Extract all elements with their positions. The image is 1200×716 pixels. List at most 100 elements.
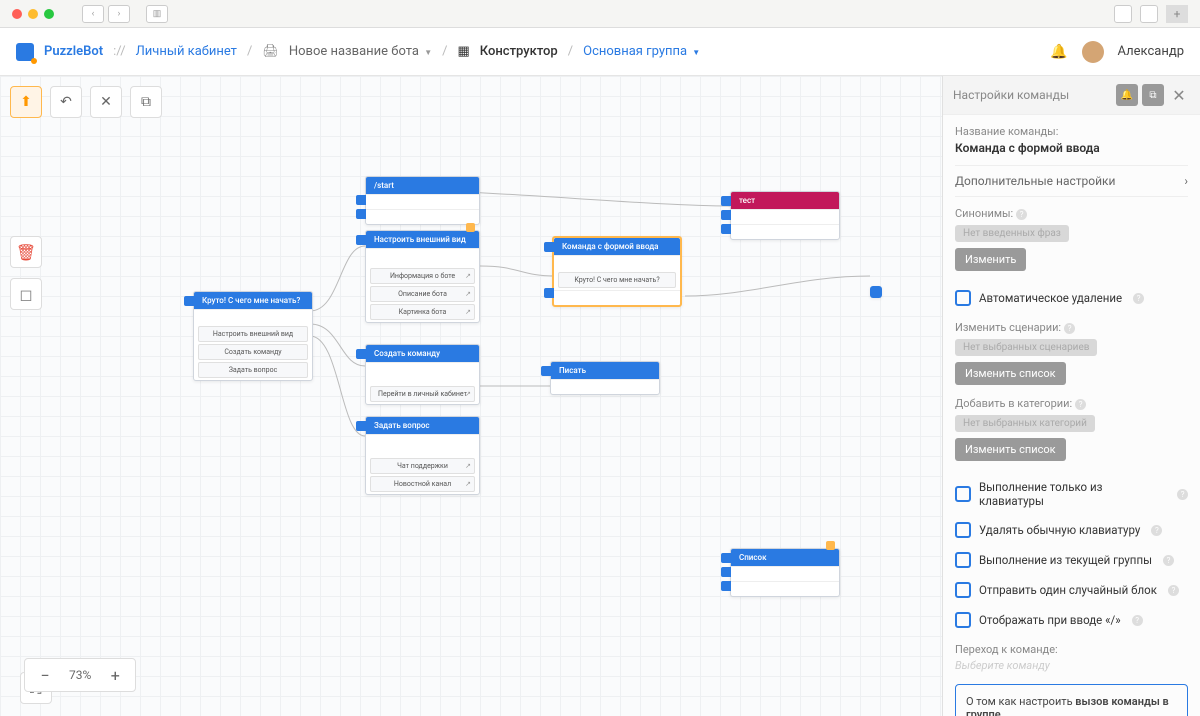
help-icon[interactable]: ? — [1163, 555, 1174, 566]
settings-panel: Настройки команды 🔔 ⧉ ✕ Название команды… — [942, 76, 1200, 716]
breadcrumb-group[interactable]: Основная группа ▼ — [583, 44, 700, 59]
checkbox[interactable] — [955, 522, 971, 538]
current-group-row[interactable]: Выполнение из текущей группы ? — [955, 545, 1188, 575]
checkbox[interactable] — [955, 486, 971, 502]
node-handle-icon[interactable] — [356, 235, 366, 245]
keyboard-only-row[interactable]: Выполнение только из клавиатуры ? — [955, 473, 1188, 515]
help-icon[interactable]: ? — [1075, 399, 1086, 410]
checkbox[interactable] — [955, 582, 971, 598]
edit-categories-button[interactable]: Изменить список — [955, 438, 1066, 461]
node-handle-icon[interactable] — [721, 553, 731, 563]
node-button[interactable]: Задать вопрос — [198, 362, 308, 378]
checkbox[interactable] — [955, 290, 971, 306]
close-window-icon[interactable] — [12, 9, 22, 19]
more-settings-row[interactable]: Дополнительные настройки› — [955, 165, 1188, 197]
edit-synonyms-button[interactable]: Изменить — [955, 248, 1026, 271]
remove-keyboard-row[interactable]: Удалять обычную клавиатуру ? — [955, 515, 1188, 545]
node-button[interactable]: Круто! С чего мне начать? — [558, 272, 676, 288]
node-button[interactable]: Картинка бота↗ — [370, 304, 475, 320]
node-write[interactable]: Писать — [550, 361, 660, 395]
app-logo-icon — [16, 43, 34, 61]
check-label: Отображать при вводе «/» — [979, 613, 1121, 627]
undo-button[interactable]: ↶ — [50, 86, 82, 118]
node-button[interactable]: Перейти в личный кабинет↗ — [370, 386, 475, 402]
panel-copy-icon[interactable]: ⧉ — [1142, 84, 1164, 106]
node-handle-icon[interactable] — [721, 581, 731, 591]
node-button[interactable]: Информация о боте↗ — [370, 268, 475, 284]
maximize-window-icon[interactable] — [44, 9, 54, 19]
node-list[interactable]: Список — [730, 548, 840, 597]
auto-delete-row[interactable]: Автоматическое удаление ? — [955, 283, 1188, 313]
edit-scenarios-button[interactable]: Изменить список — [955, 362, 1066, 385]
node-form-command[interactable]: Команда с формой ввода Круто! С чего мне… — [552, 236, 682, 307]
help-icon[interactable]: ? — [1151, 525, 1162, 536]
checkbox[interactable] — [955, 552, 971, 568]
notifications-icon[interactable]: 🔔 — [1050, 44, 1067, 60]
node-handle-icon[interactable] — [544, 288, 554, 298]
duplicate-button[interactable]: ⧉ — [130, 86, 162, 118]
node-row — [731, 566, 839, 581]
node-handle-icon[interactable] — [721, 567, 731, 577]
node-handle-icon[interactable] — [544, 242, 554, 252]
node-button[interactable]: Чат поддержки↗ — [370, 458, 475, 474]
browser-chrome: ‹ › ▥ + — [0, 0, 1200, 28]
node-handle-icon[interactable] — [184, 296, 194, 306]
node-button[interactable]: Создать команду — [198, 344, 308, 360]
crop-button[interactable]: ◻ — [10, 278, 42, 310]
zoom-in-button[interactable]: + — [103, 663, 127, 687]
check-label: Выполнение из текущей группы — [979, 553, 1152, 567]
goto-placeholder[interactable]: Выберите команду — [955, 659, 1188, 672]
breadcrumb-constructor[interactable]: Конструктор — [480, 44, 558, 59]
node-button[interactable]: Настроить внешний вид — [198, 326, 308, 342]
back-button[interactable]: ‹ — [82, 5, 104, 23]
tabs-icon[interactable] — [1140, 5, 1158, 23]
brand-name[interactable]: PuzzleBot — [44, 44, 103, 59]
node-stub[interactable] — [870, 286, 882, 298]
scenarios-label: Изменить сценарии:? — [955, 321, 1188, 334]
node-header: тест — [731, 192, 839, 209]
node-handle-icon[interactable] — [721, 210, 731, 220]
random-block-row[interactable]: Отправить один случайный блок ? — [955, 575, 1188, 605]
help-icon[interactable]: ? — [1064, 323, 1075, 334]
node-intro[interactable]: Круто! С чего мне начать? Настроить внеш… — [193, 291, 313, 381]
share-icon[interactable] — [1114, 5, 1132, 23]
breadcrumb-dashboard[interactable]: Личный кабинет — [136, 44, 237, 59]
panel-close-button[interactable]: ✕ — [1168, 84, 1190, 106]
help-icon[interactable]: ? — [1168, 585, 1179, 596]
username[interactable]: Александр — [1118, 44, 1184, 59]
panel-notify-icon[interactable]: 🔔 — [1116, 84, 1138, 106]
node-handle-icon[interactable] — [356, 349, 366, 359]
sidebar-toggle-icon[interactable]: ▥ — [146, 5, 168, 23]
canvas-toolbar: ⬆ ↶ ✕ ⧉ — [10, 86, 162, 118]
node-test[interactable]: тест — [730, 191, 840, 240]
new-tab-button[interactable]: + — [1166, 5, 1188, 23]
canvas[interactable]: ⬆ ↶ ✕ ⧉ 🗑 ◻ /start — [0, 76, 942, 716]
node-handle-icon[interactable] — [356, 195, 366, 205]
node-handle-icon[interactable] — [356, 209, 366, 219]
node-button[interactable]: Описание бота↗ — [370, 286, 475, 302]
node-handle-icon[interactable] — [541, 366, 551, 376]
node-row — [366, 194, 479, 209]
node-start[interactable]: /start — [365, 176, 480, 225]
forward-button[interactable]: › — [108, 5, 130, 23]
node-handle-icon[interactable] — [721, 196, 731, 206]
help-icon[interactable]: ? — [1016, 209, 1027, 220]
upload-button[interactable]: ⬆ — [10, 86, 42, 118]
node-appearance[interactable]: Настроить внешний вид Информация о боте↗… — [365, 230, 480, 323]
delete-button[interactable]: 🗑 — [10, 236, 42, 268]
help-icon[interactable]: ? — [1177, 489, 1188, 500]
breadcrumb-bot-name[interactable]: Новое название бота ▼ — [289, 44, 432, 59]
zoom-out-button[interactable]: − — [33, 663, 57, 687]
checkbox[interactable] — [955, 612, 971, 628]
node-create-command[interactable]: Создать команду Перейти в личный кабинет… — [365, 344, 480, 405]
show-slash-row[interactable]: Отображать при вводе «/» ? — [955, 605, 1188, 635]
help-icon[interactable]: ? — [1133, 293, 1144, 304]
node-handle-icon[interactable] — [356, 421, 366, 431]
help-icon[interactable]: ? — [1132, 615, 1143, 626]
node-handle-icon[interactable] — [721, 224, 731, 234]
node-ask-question[interactable]: Задать вопрос Чат поддержки↗ Новостной к… — [365, 416, 480, 495]
node-button[interactable]: Новостной канал↗ — [370, 476, 475, 492]
close-button[interactable]: ✕ — [90, 86, 122, 118]
minimize-window-icon[interactable] — [28, 9, 38, 19]
avatar[interactable] — [1082, 41, 1104, 63]
